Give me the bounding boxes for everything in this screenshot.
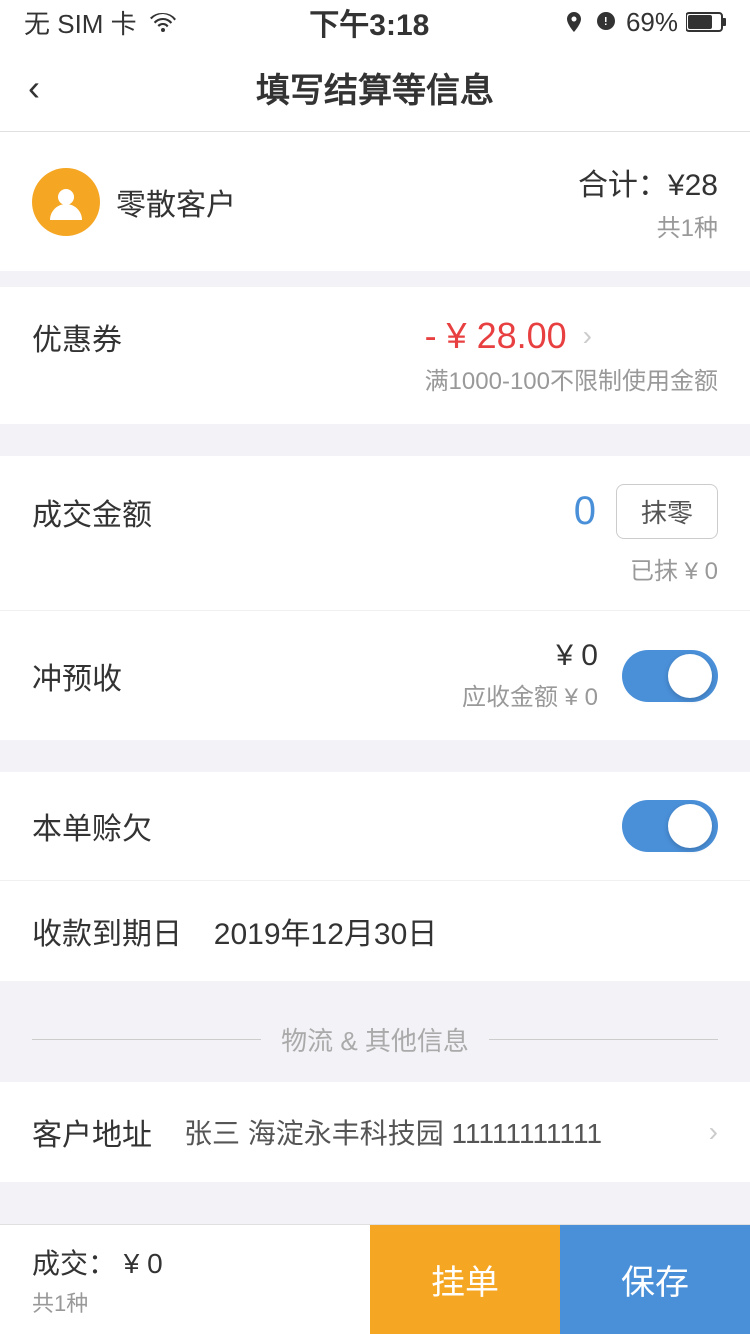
wifi-icon <box>149 12 177 32</box>
pending-button[interactable]: 挂单 <box>370 1225 560 1334</box>
prepay-section: 冲预收 ¥ 0 应收金额 ¥ 0 <box>0 610 750 740</box>
status-left: 无 SIM 卡 <box>24 4 177 41</box>
status-bar: 无 SIM 卡 下午3:18 69% <box>0 0 750 44</box>
duedate-value: 2019年12月30日 <box>214 918 437 951</box>
save-button[interactable]: 保存 <box>560 1225 750 1334</box>
coupon-label: 优惠券 <box>32 315 122 359</box>
coupon-desc: 满1000-100不限制使用金额 <box>425 361 718 396</box>
status-right: 69% <box>562 7 726 38</box>
customer-section: 零散客户 合计：¥28 共1种 <box>0 132 750 271</box>
back-button[interactable]: ‹ <box>28 67 40 109</box>
divider-line-left <box>32 1039 261 1040</box>
address-label: 客户地址 <box>32 1110 152 1154</box>
divider-line-right <box>489 1039 718 1040</box>
credit-section: 本单赊欠 收款到期日 2019年12月30日 <box>0 772 750 981</box>
credit-label: 本单赊欠 <box>32 804 152 848</box>
coupon-amount: - ¥ 28.00 <box>425 315 567 357</box>
separator-1 <box>0 440 750 456</box>
no-sim-text: 无 SIM 卡 <box>24 4 137 41</box>
battery-text: 69% <box>626 7 678 38</box>
customer-name: 零散客户 <box>116 180 236 224</box>
status-time: 下午3:18 <box>309 0 429 44</box>
bottom-bar: 成交： ¥ 0 共1种 挂单 保存 <box>0 1224 750 1334</box>
separator-2 <box>0 756 750 772</box>
logistics-text: 物流 & 其他信息 <box>281 1021 469 1058</box>
logistics-divider: 物流 & 其他信息 <box>0 997 750 1082</box>
prepay-label: 冲预收 <box>32 654 122 698</box>
address-section[interactable]: 客户地址 张三 海淀永丰科技园 11111111111 › <box>0 1082 750 1182</box>
prepay-sub: 应收金额 ¥ 0 <box>462 677 598 712</box>
coupon-section[interactable]: 优惠券 - ¥ 28.00 › 满1000-100不限制使用金额 <box>0 287 750 424</box>
address-value: 张三 海淀永丰科技园 11111111111 <box>184 1112 701 1152</box>
prepay-toggle[interactable] <box>622 650 718 702</box>
customer-total: 合计：¥28 <box>578 160 718 204</box>
avatar-icon <box>46 182 86 222</box>
customer-count: 共1种 <box>578 208 718 243</box>
customer-row: 零散客户 合计：¥28 共1种 <box>0 132 750 271</box>
deal-amount: 0 <box>574 489 596 534</box>
address-chevron: › <box>709 1116 718 1148</box>
coupon-chevron: › <box>583 320 592 352</box>
deal-label: 成交金额 <box>32 490 152 534</box>
customer-right: 合计：¥28 共1种 <box>578 160 718 243</box>
page-title: 填写结算等信息 <box>256 63 494 112</box>
prepay-amount: ¥ 0 <box>462 639 598 673</box>
duedate-section: 收款到期日 2019年12月30日 <box>0 880 750 981</box>
customer-left: 零散客户 <box>32 168 236 236</box>
alarm-icon <box>594 10 618 34</box>
duedate-label: 收款到期日 <box>32 918 182 951</box>
bottom-summary: 成交： ¥ 0 共1种 <box>0 1242 370 1318</box>
credit-toggle-thumb <box>668 804 712 848</box>
credit-toggle[interactable] <box>622 800 718 852</box>
battery-icon <box>686 11 726 33</box>
deal-section: 成交金额 0 抹零 已抹 ¥ 0 冲预收 ¥ 0 应收金额 ¥ 0 <box>0 456 750 740</box>
toggle-thumb <box>668 654 712 698</box>
deal-sub: 已抹 ¥ 0 <box>32 551 718 610</box>
round-zero-button[interactable]: 抹零 <box>616 484 718 539</box>
location-icon <box>562 10 586 34</box>
nav-bar: ‹ 填写结算等信息 <box>0 44 750 132</box>
customer-avatar <box>32 168 100 236</box>
bottom-count-label: 共1种 <box>32 1286 338 1318</box>
content: 零散客户 合计：¥28 共1种 优惠券 - ¥ 28.00 › 满1000-10… <box>0 132 750 1318</box>
bottom-deal-label: 成交： ¥ 0 <box>32 1242 338 1282</box>
